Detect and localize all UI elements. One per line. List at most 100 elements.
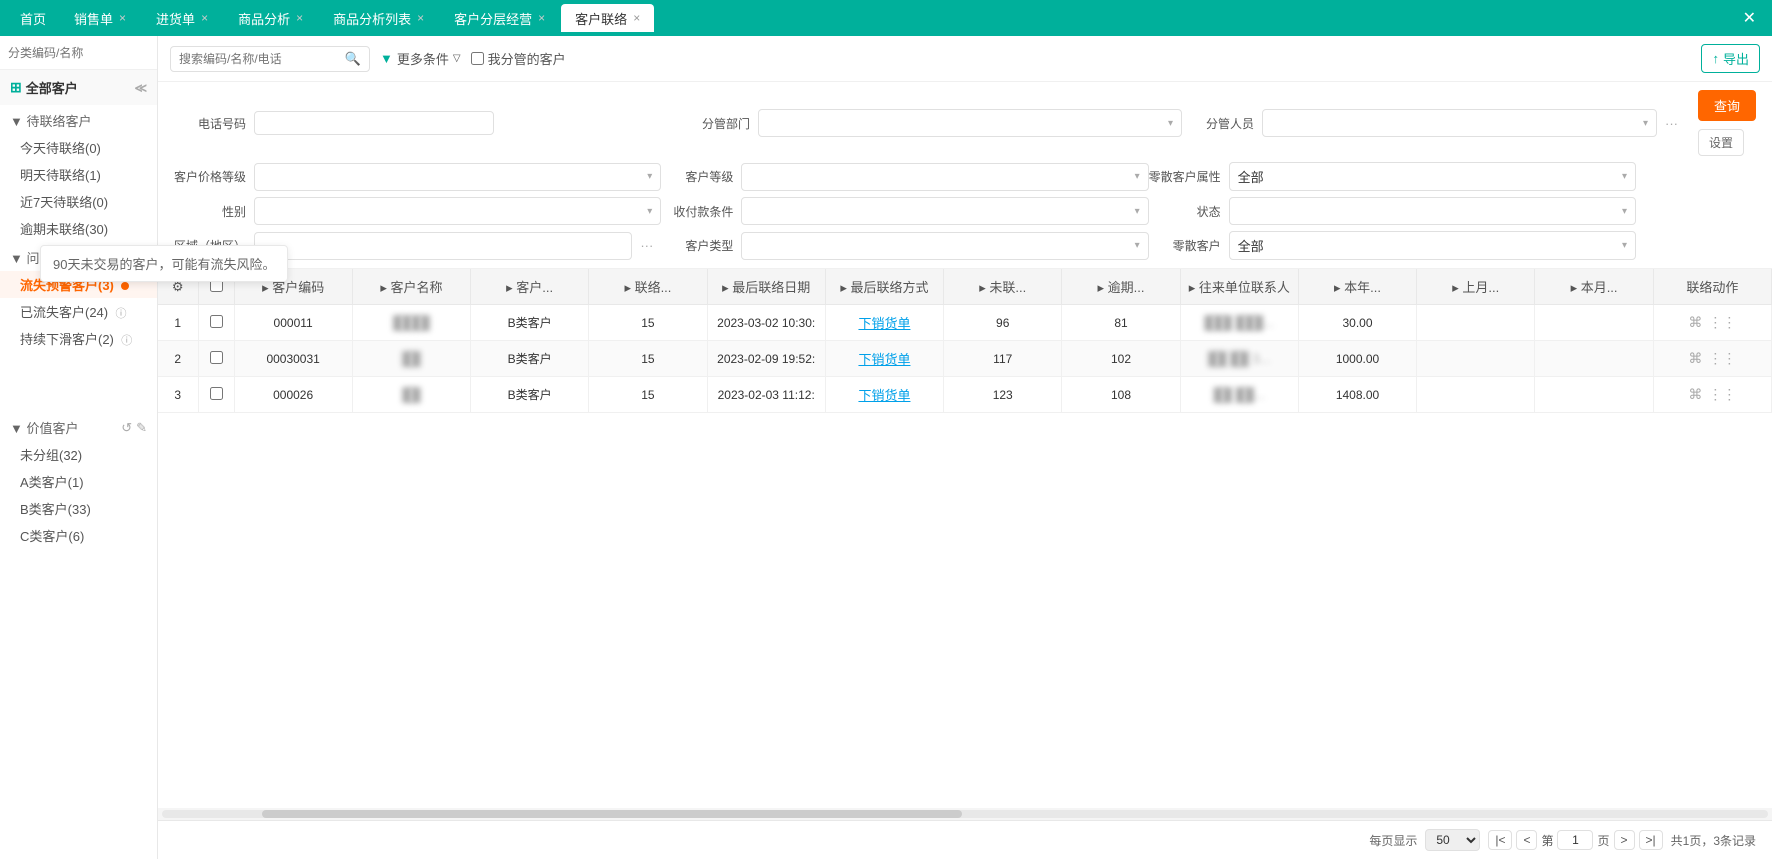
sidebar-item-type-b[interactable]: B类客户(33) [0,495,157,522]
customer-type-select[interactable]: ▾ [741,232,1148,260]
zero-attr-select[interactable]: 全部 ▾ [1229,162,1636,191]
region-select[interactable] [254,232,632,260]
row-checkbox[interactable] [210,387,223,400]
status-label: 状态 [1149,203,1229,220]
first-page-btn[interactable]: |< [1488,830,1512,850]
payment-select[interactable]: ▾ [741,197,1148,225]
filter-gender: 性别 ▾ [174,197,661,225]
sidebar-item-declining[interactable]: 持续下滑客户(2) ⓘ [0,325,157,352]
sidebar-item-tomorrow[interactable]: 明天待联络(1) [0,161,157,188]
my-customers-checkbox-label[interactable]: 我分管的客户 [471,49,566,68]
sidebar-item-week[interactable]: 近7天待联络(0) [0,188,157,215]
cell-check[interactable] [198,305,234,341]
region-dots[interactable]: ··· [632,238,661,253]
tab-customer-tier[interactable]: 客户分层经营 × [440,4,559,32]
scrollbar-thumb[interactable] [262,810,962,818]
manager-dots[interactable]: ··· [1657,116,1686,131]
total-records-label: 共1页，3条记录 [1671,832,1756,849]
chevron-down-icon: ▽ [453,53,461,64]
cell-code: 000026 [234,377,352,413]
settings-button[interactable]: 设置 [1698,129,1744,156]
sidebar-all-customers[interactable]: ⊞ 全部客户 ≪ [0,70,157,105]
tab-customer-tier-close[interactable]: × [538,11,545,25]
row-checkbox[interactable] [210,351,223,364]
phone-input[interactable] [254,111,494,135]
col-name: ▸ 客户名称 [352,269,470,305]
filter-search-icon[interactable]: 🔍 [345,51,361,67]
customer-tier-select[interactable]: ▾ [741,163,1148,191]
gender-label: 性别 [174,203,254,220]
tab-customer-link-label: 客户联络 [575,9,627,28]
page-number-input[interactable] [1557,830,1593,850]
filter-search-input[interactable] [179,52,345,66]
last-method-link[interactable]: 下销货单 [858,316,910,331]
sidebar-item-overdue[interactable]: 逾期未联络(30) [0,215,157,242]
tab-sales[interactable]: 销售单 × [60,4,140,32]
prev-page-btn[interactable]: < [1516,830,1537,850]
sidebar-group-value[interactable]: ▼ 价值客户 ↺ ✎ [0,412,157,441]
window-close-button[interactable]: ✕ [1735,8,1764,28]
zero-attr-chevron-icon: ▾ [1622,171,1627,182]
action-more-icon[interactable]: ⋮⋮ [1708,350,1736,367]
filter-dept: 分管部门 ▾ [678,109,1182,137]
cell-index: 2 [158,341,198,377]
sidebar-item-ungrouped[interactable]: 未分组(32) [0,441,157,468]
page-label: 第 [1541,832,1553,849]
action-link-icon[interactable]: ⌘ [1688,350,1702,367]
next-page-btn[interactable]: > [1614,830,1635,850]
cell-last-date: 2023-03-02 10:30: [707,305,825,341]
manager-select[interactable]: ▾ [1262,109,1657,137]
tab-customer-link[interactable]: 客户联络 × [561,4,654,32]
sidebar-collapse-icon[interactable]: ≪ [134,81,147,95]
scrollbar-track [162,810,1768,818]
zero-customer-select[interactable]: 全部 ▾ [1229,231,1636,260]
row-checkbox[interactable] [210,315,223,328]
price-tier-select[interactable]: ▾ [254,163,661,191]
refresh-icon[interactable]: ↺ [121,420,132,436]
col-this-month-label: ▸ 本月... [1571,277,1618,296]
horizontal-scrollbar[interactable] [158,808,1772,820]
last-method-link[interactable]: 下销货单 [858,352,910,367]
declining-label: 持续下滑客户(2) [20,332,114,347]
status-select[interactable]: ▾ [1229,197,1636,225]
tab-analysis-close[interactable]: × [296,11,303,25]
last-method-link[interactable]: 下销货单 [858,388,910,403]
tab-analysis-table[interactable]: 商品分析列表 × [319,4,438,32]
tab-sales-close[interactable]: × [119,11,126,25]
action-more-icon[interactable]: ⋮⋮ [1708,386,1736,403]
cell-check[interactable] [198,341,234,377]
action-link-icon[interactable]: ⌘ [1688,386,1702,403]
cell-name: ██ [352,377,470,413]
query-button[interactable]: 查询 [1698,90,1756,121]
tab-home[interactable]: 首页 [8,4,58,32]
status-chevron-icon: ▾ [1622,206,1627,217]
action-link-icon[interactable]: ⌘ [1688,314,1702,331]
action-more-icon[interactable]: ⋮⋮ [1708,314,1736,331]
type-c-label: C类客户(6) [20,529,84,544]
gender-select[interactable]: ▾ [254,197,661,225]
sidebar-search-input[interactable] [8,46,158,60]
tab-purchase-close[interactable]: × [201,11,208,25]
cell-check[interactable] [198,377,234,413]
sidebar-item-type-c[interactable]: C类客户(6) [0,522,157,549]
page-size-select[interactable]: 50 100 [1425,829,1480,851]
sidebar-item-type-a[interactable]: A类客户(1) [0,468,157,495]
sidebar-group-pending[interactable]: ▼ 待联络客户 [0,105,157,134]
my-customers-checkbox[interactable] [471,52,484,65]
tab-purchase[interactable]: 进货单 × [142,4,222,32]
zero-customer-chevron-icon: ▾ [1622,240,1627,251]
more-conditions-btn[interactable]: ▼ 更多条件 ▽ [380,49,461,68]
edit-icon[interactable]: ✎ [136,420,147,436]
dept-select[interactable]: ▾ [758,109,1182,137]
tab-analysis-table-close[interactable]: × [417,11,424,25]
tab-analysis[interactable]: 商品分析 × [224,4,317,32]
last-page-btn[interactable]: >| [1639,830,1663,850]
export-button[interactable]: ↑ 导出 [1701,44,1760,73]
tab-customer-link-close[interactable]: × [633,11,640,25]
sidebar: 🔍 ⊞ 全部客户 ≪ ▼ 待联络客户 今天待联络(0) 明天待联络(1) 近7天… [0,36,158,859]
sidebar-item-churned[interactable]: 已流失客户(24) ⓘ [0,298,157,325]
filter-bar: 🔍 ▼ 更多条件 ▽ 我分管的客户 ↑ 导出 [158,36,1772,82]
cell-type: B类客户 [471,377,589,413]
sidebar-item-today[interactable]: 今天待联络(0) [0,134,157,161]
total-pages-label: 页 [1597,832,1609,849]
